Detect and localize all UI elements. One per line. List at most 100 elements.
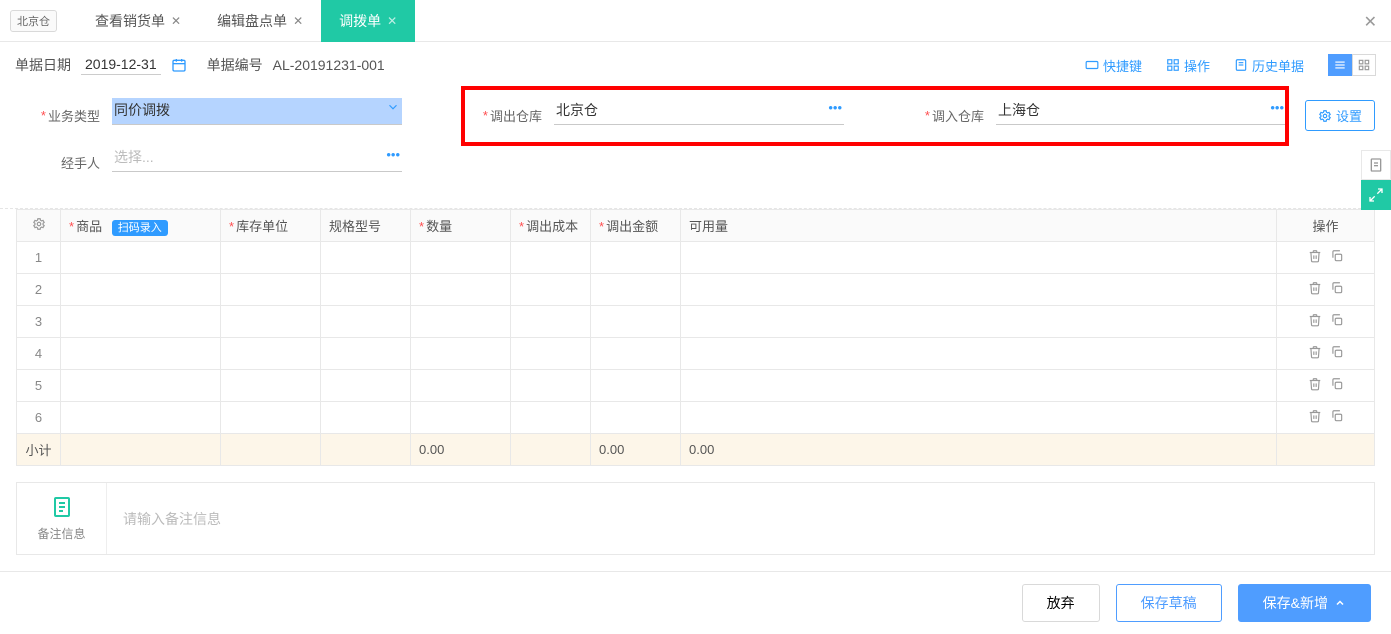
tab-transfer[interactable]: 调拨单✕ — [321, 0, 415, 42]
more-icon[interactable]: ••• — [828, 100, 842, 115]
cell-outcost[interactable] — [511, 370, 591, 402]
save-draft-button[interactable]: 保存草稿 — [1116, 584, 1222, 622]
close-icon[interactable]: ✕ — [387, 14, 397, 28]
save-add-button[interactable]: 保存&新增 — [1238, 584, 1371, 622]
table-row[interactable]: 1 — [17, 242, 1375, 274]
cell-available[interactable] — [681, 306, 1277, 338]
in-warehouse-field: *调入仓库 上海仓 ••• — [904, 98, 1286, 125]
copy-row-icon[interactable] — [1326, 379, 1348, 394]
table-row[interactable]: 2 — [17, 274, 1375, 306]
cell-outcost[interactable] — [511, 402, 591, 434]
hotkey-link[interactable]: 快捷键 — [1085, 56, 1142, 75]
cell-outcost[interactable] — [511, 274, 591, 306]
cell-product[interactable] — [61, 306, 221, 338]
table-row[interactable]: 4 — [17, 338, 1375, 370]
cell-product[interactable] — [61, 274, 221, 306]
warehouse-badge: 北京仓 — [10, 10, 57, 32]
close-all-icon[interactable]: ✕ — [1364, 12, 1377, 32]
operate-link[interactable]: 操作 — [1166, 56, 1210, 75]
tab-edit-inventory[interactable]: 编辑盘点单✕ — [199, 0, 321, 42]
view-toggle-grid[interactable] — [1352, 54, 1376, 76]
col-gear[interactable] — [17, 210, 61, 242]
copy-row-icon[interactable] — [1326, 283, 1348, 298]
cell-spec[interactable] — [321, 338, 411, 370]
cell-qty[interactable] — [411, 402, 511, 434]
tab-label: 查看销货单 — [95, 11, 165, 31]
cell-outamount[interactable] — [591, 274, 681, 306]
cell-qty[interactable] — [411, 306, 511, 338]
cell-product[interactable] — [61, 402, 221, 434]
in-wh-label: 调入仓库 — [932, 106, 984, 125]
cell-spec[interactable] — [321, 402, 411, 434]
copy-row-icon[interactable] — [1326, 411, 1348, 426]
remark-input[interactable] — [107, 483, 1374, 554]
subtotal-out-amount: 0.00 — [591, 434, 681, 466]
cell-unit[interactable] — [221, 402, 321, 434]
cell-outamount[interactable] — [591, 338, 681, 370]
cell-unit[interactable] — [221, 338, 321, 370]
cell-available[interactable] — [681, 242, 1277, 274]
cell-spec[interactable] — [321, 242, 411, 274]
cell-product[interactable] — [61, 242, 221, 274]
discard-button[interactable]: 放弃 — [1022, 584, 1100, 622]
side-note-button[interactable] — [1361, 150, 1391, 180]
cell-outamount[interactable] — [591, 402, 681, 434]
cell-qty[interactable] — [411, 274, 511, 306]
cell-available[interactable] — [681, 370, 1277, 402]
delete-row-icon[interactable] — [1304, 411, 1326, 426]
delete-row-icon[interactable] — [1304, 251, 1326, 266]
cell-ops — [1277, 370, 1375, 402]
cell-unit[interactable] — [221, 370, 321, 402]
cell-spec[interactable] — [321, 274, 411, 306]
cell-outcost[interactable] — [511, 242, 591, 274]
out-warehouse-select[interactable]: 北京仓 — [554, 98, 844, 125]
table-row[interactable]: 5 — [17, 370, 1375, 402]
cell-outamount[interactable] — [591, 242, 681, 274]
history-link[interactable]: 历史单据 — [1234, 56, 1304, 75]
delete-row-icon[interactable] — [1304, 347, 1326, 362]
tab-view-sales[interactable]: 查看销货单 ✕ — [77, 0, 199, 42]
in-warehouse-select[interactable]: 上海仓 — [996, 98, 1286, 125]
copy-row-icon[interactable] — [1326, 315, 1348, 330]
table-row[interactable]: 6 — [17, 402, 1375, 434]
cell-unit[interactable] — [221, 274, 321, 306]
cell-product[interactable] — [61, 370, 221, 402]
close-icon[interactable]: ✕ — [171, 14, 181, 28]
cell-outcost[interactable] — [511, 306, 591, 338]
settings-label: 设置 — [1336, 106, 1362, 125]
close-icon[interactable]: ✕ — [293, 14, 303, 28]
cell-available[interactable] — [681, 274, 1277, 306]
cell-qty[interactable] — [411, 242, 511, 274]
handler-select[interactable]: 选择... — [112, 145, 402, 172]
cell-available[interactable] — [681, 402, 1277, 434]
delete-row-icon[interactable] — [1304, 283, 1326, 298]
cell-available[interactable] — [681, 338, 1277, 370]
view-toggle-group — [1328, 54, 1376, 76]
row-number: 2 — [17, 274, 61, 306]
cell-product[interactable] — [61, 338, 221, 370]
more-icon[interactable]: ••• — [386, 147, 400, 162]
scan-input-tag[interactable]: 扫码录入 — [112, 220, 168, 236]
chevron-down-icon[interactable] — [386, 100, 400, 117]
cell-outamount[interactable] — [591, 370, 681, 402]
copy-row-icon[interactable] — [1326, 251, 1348, 266]
cell-qty[interactable] — [411, 338, 511, 370]
view-toggle-list[interactable] — [1328, 54, 1352, 76]
date-field[interactable]: 2019-12-31 — [81, 56, 161, 75]
biz-type-select[interactable]: 同价调拨 — [112, 98, 402, 125]
side-expand-button[interactable] — [1361, 180, 1391, 210]
delete-row-icon[interactable] — [1304, 379, 1326, 394]
settings-button[interactable]: 设置 — [1305, 100, 1375, 131]
calendar-icon[interactable] — [171, 57, 187, 73]
cell-spec[interactable] — [321, 306, 411, 338]
cell-unit[interactable] — [221, 306, 321, 338]
cell-spec[interactable] — [321, 370, 411, 402]
table-row[interactable]: 3 — [17, 306, 1375, 338]
more-icon[interactable]: ••• — [1270, 100, 1284, 115]
delete-row-icon[interactable] — [1304, 315, 1326, 330]
cell-outcost[interactable] — [511, 338, 591, 370]
cell-qty[interactable] — [411, 370, 511, 402]
cell-outamount[interactable] — [591, 306, 681, 338]
copy-row-icon[interactable] — [1326, 347, 1348, 362]
cell-unit[interactable] — [221, 242, 321, 274]
